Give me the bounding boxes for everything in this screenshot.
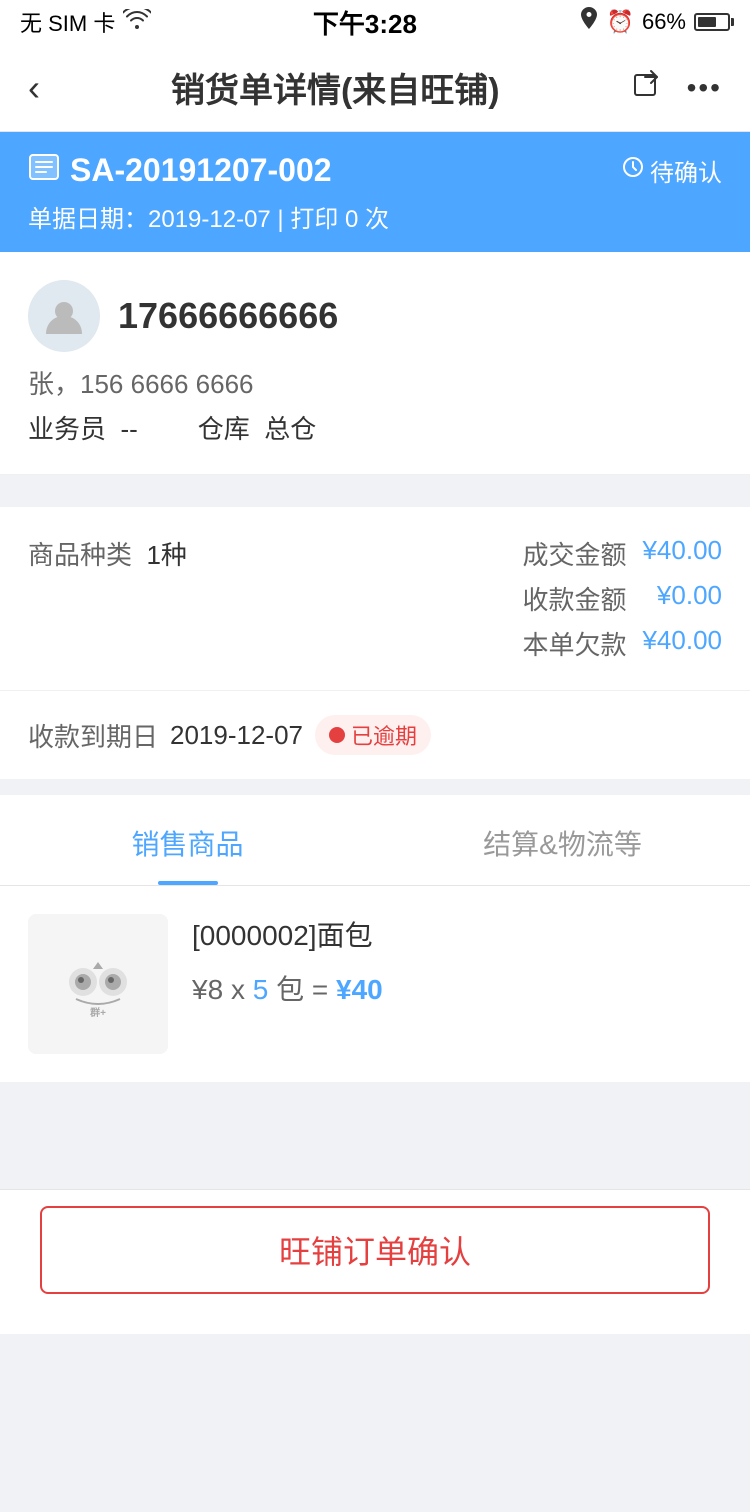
received-row: 收款金额 ¥0.00 [522, 580, 722, 617]
svg-text:群+: 群+ [90, 1006, 106, 1019]
amount-row: 成交金额 ¥40.00 [522, 535, 722, 572]
due-date-value: 2019-12-07 [170, 720, 303, 751]
wifi-icon [123, 9, 151, 35]
nav-bar: ‹ 销货单详情(来自旺铺) ••• [0, 44, 750, 132]
due-date-label: 收款到期日 [28, 717, 158, 754]
battery-percent: 66% [642, 9, 686, 35]
overdue-badge: 已逾期 [315, 715, 431, 755]
product-item: 群+ [0000002]面包 ¥8 x 5 包 = ¥40 [0, 886, 750, 1082]
product-info: [0000002]面包 ¥8 x 5 包 = ¥40 [192, 914, 722, 1008]
status-bar: 无 SIM 卡 下午3:28 ⏰ 66% [0, 0, 750, 44]
more-button[interactable]: ••• [687, 72, 722, 104]
overdue-dot-icon [329, 727, 345, 743]
status-time: 下午3:28 [313, 4, 417, 41]
back-button[interactable]: ‹ [28, 67, 40, 109]
share-icon[interactable] [631, 69, 663, 106]
order-banner: SA-20191207-002 待确认 单据日期：2019-12-07 | 打印… [0, 132, 750, 252]
order-icon [28, 152, 60, 189]
battery-icon [694, 13, 730, 31]
bottom-bar: 旺铺订单确认 [0, 1189, 750, 1334]
customer-card: 17666666666 张，156 6666 6666 业务员 -- 仓库 总仓 [0, 252, 750, 475]
tab-settlement[interactable]: 结算&物流等 [375, 795, 750, 885]
sim-label: 无 SIM 卡 [20, 6, 115, 38]
customer-phone: 17666666666 [118, 295, 338, 337]
product-name: [0000002]面包 [192, 914, 722, 954]
owed-row: 本单欠款 ¥40.00 [522, 625, 722, 662]
order-date: 单据日期：2019-12-07 | 打印 0 次 [28, 199, 722, 234]
nav-actions: ••• [631, 69, 722, 106]
order-id: SA-20191207-002 [28, 152, 332, 189]
due-date-card: 收款到期日 2019-12-07 已逾期 [0, 691, 750, 795]
order-status: 待确认 [622, 153, 722, 188]
customer-meta: 业务员 -- 仓库 总仓 [28, 409, 722, 446]
summary-left: 商品种类 1种 [28, 535, 187, 572]
clock-icon [622, 156, 644, 185]
avatar [28, 280, 100, 352]
summary-card: 商品种类 1种 成交金额 ¥40.00 收款金额 ¥0.00 本单欠款 ¥40.… [0, 507, 750, 691]
tabs: 销售商品 结算&物流等 [0, 795, 750, 886]
page-title: 销货单详情(来自旺铺) [171, 63, 500, 112]
warehouse-info: 仓库 总仓 [198, 409, 316, 446]
customer-name: 张，156 6666 6666 [28, 364, 722, 401]
customer-top: 17666666666 [28, 280, 722, 352]
tab-sales-products[interactable]: 销售商品 [0, 795, 375, 885]
sales-info: 业务员 -- [28, 409, 138, 446]
location-icon [579, 7, 599, 37]
bottom-spacer [0, 1382, 750, 1512]
confirm-button[interactable]: 旺铺订单确认 [40, 1206, 710, 1294]
order-banner-top: SA-20191207-002 待确认 [28, 152, 722, 189]
product-price: ¥8 x 5 包 = ¥40 [192, 968, 722, 1008]
divider-1 [0, 475, 750, 491]
status-right: ⏰ 66% [579, 7, 730, 37]
product-image: 群+ [28, 914, 168, 1054]
alarm-icon: ⏰ [607, 9, 634, 35]
status-left: 无 SIM 卡 [20, 6, 151, 38]
summary-right: 成交金额 ¥40.00 收款金额 ¥0.00 本单欠款 ¥40.00 [522, 535, 722, 662]
